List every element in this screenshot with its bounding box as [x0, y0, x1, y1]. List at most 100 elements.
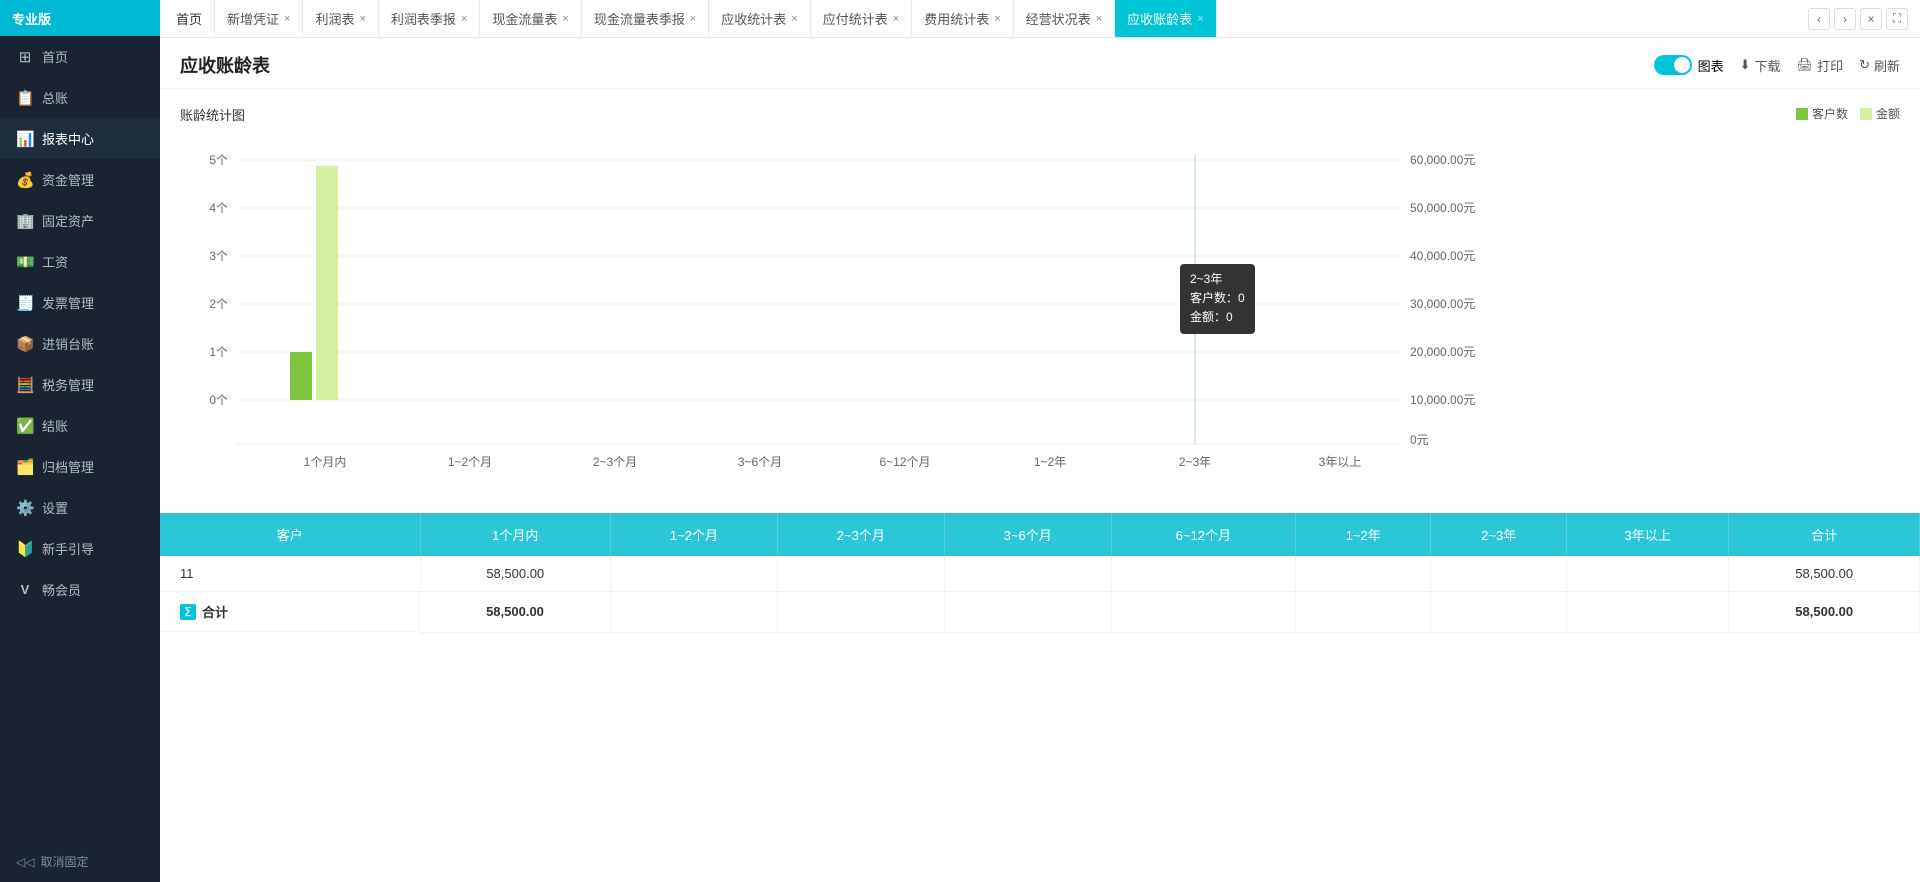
- refresh-button[interactable]: ↻ 刷新: [1859, 56, 1900, 75]
- total-m5: [1111, 592, 1295, 633]
- tab-cashflow-quarterly-close[interactable]: ×: [690, 13, 696, 25]
- svg-text:3年以上: 3年以上: [1319, 455, 1362, 469]
- total-total: 58,500.00: [1729, 592, 1920, 633]
- sidebar-item-label: 发票管理: [42, 293, 94, 312]
- tab-voucher-close[interactable]: ×: [284, 13, 290, 25]
- tab-maximize-button[interactable]: ⛶: [1886, 8, 1908, 30]
- svg-text:2~3年: 2~3年: [1179, 455, 1211, 469]
- sidebar-item-label: 进销台账: [42, 334, 94, 353]
- total-m8: [1566, 592, 1728, 633]
- svg-text:4个: 4个: [209, 201, 228, 215]
- tab-ap-stats-close[interactable]: ×: [893, 13, 899, 25]
- sidebar-pin-toggle[interactable]: ◁◁ 取消固定: [0, 841, 160, 882]
- sidebar-item-tax[interactable]: 🧮 税务管理: [0, 364, 160, 405]
- tab-ar-stats[interactable]: 应收统计表 ×: [709, 0, 810, 38]
- tab-prev-button[interactable]: ‹: [1808, 8, 1830, 30]
- tab-expense-stats[interactable]: 费用统计表 ×: [912, 0, 1013, 38]
- tab-cashflow-quarterly-label: 现金流量表季报: [594, 9, 685, 28]
- sidebar-item-label: 工资: [42, 252, 68, 271]
- svg-text:50,000.00元: 50,000.00元: [1410, 201, 1475, 215]
- total-label-text: 合计: [202, 602, 228, 621]
- settings-icon: ⚙️: [16, 499, 34, 517]
- sidebar-item-inventory[interactable]: 📦 进销台账: [0, 323, 160, 364]
- legend-amount-label: 金额: [1876, 105, 1900, 122]
- sidebar-item-label: 畅会员: [42, 580, 81, 599]
- pin-icon: ◁◁: [16, 855, 34, 869]
- tab-expense-stats-close[interactable]: ×: [994, 13, 1000, 25]
- refresh-icon: ↻: [1859, 57, 1870, 73]
- total-m2: [611, 592, 778, 633]
- cell-m1: 58,500.00: [420, 556, 611, 592]
- tab-ar-stats-close[interactable]: ×: [791, 13, 797, 25]
- tax-icon: 🧮: [16, 376, 34, 394]
- tab-profit-quarterly[interactable]: 利润表季报 ×: [379, 0, 480, 38]
- home-icon: ⊞: [16, 48, 34, 66]
- total-m4: [944, 592, 1111, 633]
- tab-profit-quarterly-close[interactable]: ×: [461, 13, 467, 25]
- chart-area: 账龄统计图 客户数 金额 5个 4个: [160, 89, 1920, 513]
- col-m7: 2~3年: [1431, 513, 1566, 556]
- sidebar-item-label: 税务管理: [42, 375, 94, 394]
- col-customer: 客户: [160, 513, 420, 556]
- legend-amount: 金额: [1860, 105, 1900, 122]
- tab-cashflow-close[interactable]: ×: [562, 13, 568, 25]
- chart-toggle[interactable]: [1654, 55, 1692, 75]
- sidebar-item-funds[interactable]: 💰 资金管理: [0, 159, 160, 200]
- cell-m6: [1296, 556, 1431, 592]
- inventory-icon: 📦: [16, 335, 34, 353]
- settle-icon: ✅: [16, 417, 34, 435]
- tab-home-label: 首页: [176, 9, 202, 28]
- sidebar-item-archive[interactable]: 🗂️ 归档管理: [0, 446, 160, 487]
- cell-m7: [1431, 556, 1566, 592]
- tab-home[interactable]: 首页: [164, 0, 215, 38]
- svg-text:0个: 0个: [209, 393, 228, 407]
- svg-text:1~2个月: 1~2个月: [448, 455, 492, 469]
- svg-text:3个: 3个: [209, 249, 228, 263]
- sidebar-item-settings[interactable]: ⚙️ 设置: [0, 487, 160, 528]
- sidebar-item-assets[interactable]: 🏢 固定资产: [0, 200, 160, 241]
- tab-business-status[interactable]: 经营状况表 ×: [1014, 0, 1115, 38]
- cell-m2: [611, 556, 778, 592]
- tab-voucher[interactable]: 新增凭证 ×: [215, 0, 303, 38]
- invoice-icon: 🧾: [16, 294, 34, 312]
- tab-business-status-close[interactable]: ×: [1096, 13, 1102, 25]
- svg-text:1个月内: 1个月内: [304, 455, 347, 469]
- table-total-row: ∑ 合计 58,500.00 58,500.00: [160, 592, 1920, 633]
- sidebar-item-label: 结账: [42, 416, 68, 435]
- tab-profit[interactable]: 利润表 ×: [303, 0, 378, 38]
- download-button[interactable]: ⬇ 下载: [1740, 56, 1781, 75]
- sidebar-item-invoice[interactable]: 🧾 发票管理: [0, 282, 160, 323]
- sidebar-item-vip[interactable]: V 畅会员: [0, 569, 160, 610]
- tab-ar-aging-close[interactable]: ×: [1197, 13, 1203, 25]
- cell-m8: [1566, 556, 1728, 592]
- tab-cashflow[interactable]: 现金流量表 ×: [480, 0, 581, 38]
- tab-expense-stats-label: 费用统计表: [924, 9, 989, 28]
- sidebar-item-reports[interactable]: 📊 报表中心: [0, 118, 160, 159]
- tab-close-all-button[interactable]: ×: [1860, 8, 1882, 30]
- total-m3: [777, 592, 944, 633]
- cell-m5: [1111, 556, 1295, 592]
- wages-icon: 💵: [16, 253, 34, 271]
- legend-customers-label: 客户数: [1812, 105, 1848, 122]
- sidebar-item-wages[interactable]: 💵 工资: [0, 241, 160, 282]
- col-m8: 3年以上: [1566, 513, 1728, 556]
- tab-ar-aging[interactable]: 应收账龄表 ×: [1115, 0, 1216, 38]
- col-m4: 3~6个月: [944, 513, 1111, 556]
- sidebar-item-guide[interactable]: 🔰 新手引导: [0, 528, 160, 569]
- tab-cashflow-quarterly[interactable]: 现金流量表季报 ×: [582, 0, 709, 38]
- tab-ap-stats-label: 应付统计表: [823, 9, 888, 28]
- ledger-icon: 📋: [16, 89, 34, 107]
- print-icon: 🖨: [1797, 57, 1814, 73]
- sidebar-item-label: 设置: [42, 498, 68, 517]
- legend-customers-dot: [1796, 108, 1808, 120]
- guide-icon: 🔰: [16, 540, 34, 558]
- tab-profit-close[interactable]: ×: [359, 13, 365, 25]
- sidebar-item-home[interactable]: ⊞ 首页: [0, 36, 160, 77]
- tab-ap-stats[interactable]: 应付统计表 ×: [811, 0, 912, 38]
- print-button[interactable]: 🖨 打印: [1797, 56, 1844, 75]
- legend-customers: 客户数: [1796, 105, 1848, 122]
- tab-next-button[interactable]: ›: [1834, 8, 1856, 30]
- sidebar-item-settle[interactable]: ✅ 结账: [0, 405, 160, 446]
- tab-voucher-label: 新增凭证: [227, 9, 279, 28]
- sidebar-item-ledger[interactable]: 📋 总账: [0, 77, 160, 118]
